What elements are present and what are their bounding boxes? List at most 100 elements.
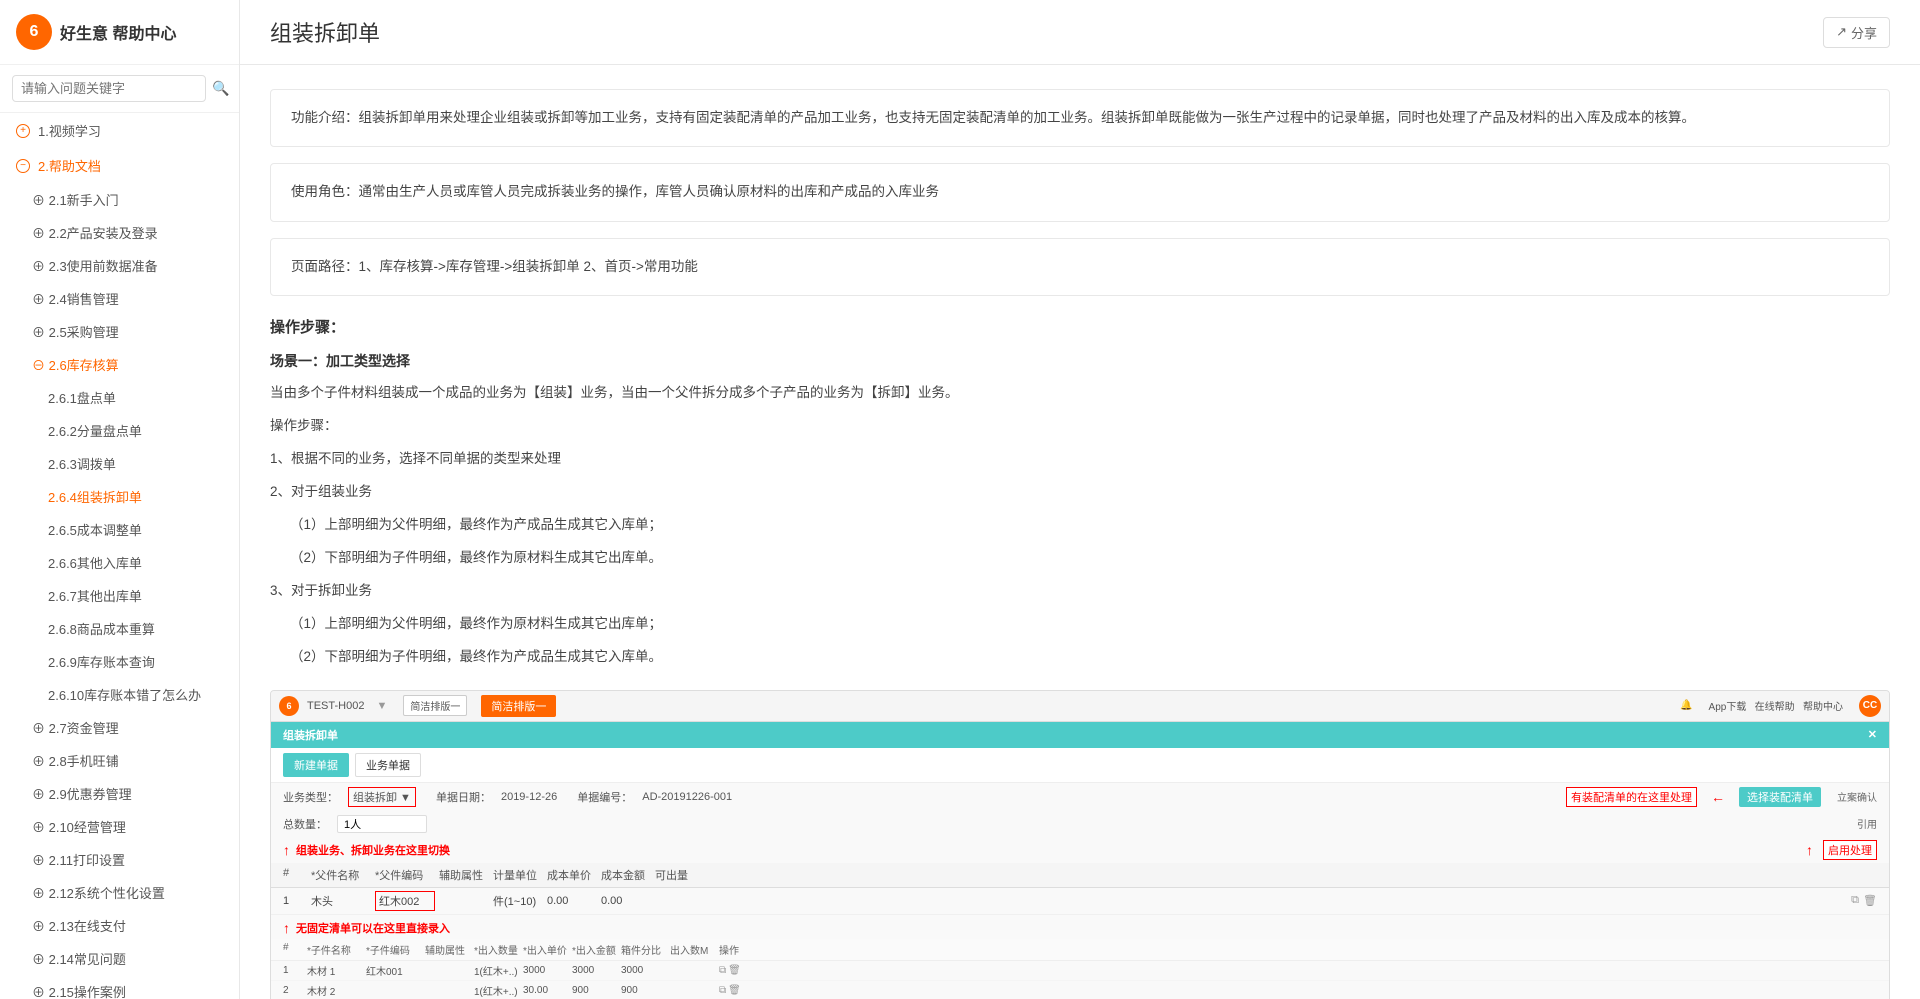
step2: 2、对于组装业务 bbox=[270, 478, 1890, 505]
sidebar-item-docs-265[interactable]: 2.6.5成本调整单 bbox=[0, 513, 239, 546]
upper-table-row-1[interactable]: 1 木头 红木002 件(1~10) 0.00 0.00 ⧉ 🗑 bbox=[271, 888, 1889, 915]
sidebar-item-docs-262[interactable]: 2.6.2分量盘点单 bbox=[0, 414, 239, 447]
row-delete-icon[interactable]: 🗑 bbox=[1863, 894, 1877, 907]
process-annotation: 启用处理 bbox=[1823, 840, 1877, 860]
tab-new-doc[interactable]: 新建单据 bbox=[283, 753, 349, 777]
modal-close[interactable]: ✕ bbox=[1868, 728, 1877, 741]
quantity-row: 总数量： 引用 bbox=[271, 811, 1889, 837]
quantity-label: 总数量： bbox=[283, 816, 327, 832]
sidebar-item-docs-212[interactable]: ⊕ 2.12系统个性化设置 bbox=[0, 876, 239, 909]
sidebar-item-docs-263[interactable]: 2.6.3调拨单 bbox=[0, 447, 239, 480]
company-name: TEST-H002 bbox=[307, 700, 364, 712]
intro-block: 功能介绍：组装拆卸单用来处理企业组装或拆卸等加工业务，支持有固定装配清单的产品加… bbox=[270, 89, 1890, 147]
upper-table-header: # *父件名称 *父件编码 辅助属性 计量单位 成本单价 成本金额 可出量 bbox=[271, 863, 1889, 888]
arrow-icon-4: ↑ bbox=[283, 920, 290, 936]
form-number-label: 单据编号： bbox=[577, 789, 632, 805]
sidebar-item-docs-268[interactable]: 2.6.8商品成本重算 bbox=[0, 612, 239, 645]
sidebar-item-docs-23[interactable]: ⊕ 2.3使用前数据准备 bbox=[0, 249, 239, 282]
topbar-orange-btn[interactable]: 简洁排版一 bbox=[481, 695, 556, 717]
lower-table-row-1[interactable]: 1 木材 1 红木001 1(红木+..) 3000 3000 3000 ⧉ 🗑 bbox=[271, 961, 1889, 981]
sidebar-item-docs-29[interactable]: ⊕ 2.9优惠券管理 bbox=[0, 777, 239, 810]
nav-prefix-videos: + bbox=[16, 124, 30, 138]
sidebar-item-docs-25[interactable]: ⊕ 2.5采购管理 bbox=[0, 315, 239, 348]
sidebar-header: 6 好生意 帮助中心 bbox=[0, 0, 239, 65]
modal-title: 组装拆卸单 bbox=[283, 727, 338, 743]
main-content: 组装拆卸单 ↗ 分享 功能介绍：组装拆卸单用来处理企业组装或拆卸等加工业务，支持… bbox=[240, 0, 1920, 999]
form-type-value[interactable]: 组装拆卸 ▼ bbox=[348, 787, 416, 807]
sidebar-item-docs-22[interactable]: ⊕ 2.2产品安装及登录 bbox=[0, 216, 239, 249]
path-text: 页面路径：1、库存核算->库存管理->组装拆卸单 2、首页->常用功能 bbox=[291, 259, 698, 274]
operations-title: 操作步骤： bbox=[270, 316, 1890, 337]
sidebar-item-docs-2610[interactable]: 2.6.10库存账本错了怎么办 bbox=[0, 678, 239, 711]
search-box[interactable]: 🔍 bbox=[0, 65, 239, 113]
arrow-icon-3: ↑ bbox=[1806, 842, 1813, 858]
lower-row1-copy[interactable]: ⧉ bbox=[719, 965, 726, 976]
screenshot-container: 6 TEST-H002 ▼ 简洁排版一 简洁排版一 🔔 App下载 在线帮助 帮… bbox=[270, 690, 1890, 999]
steps-title: 操作步骤： bbox=[270, 412, 1890, 439]
topbar-selected: 简洁排版一 bbox=[403, 695, 467, 716]
arrow-icon-2: ↑ bbox=[283, 842, 290, 858]
step1: 1、根据不同的业务，选择不同单据的类型来处理 bbox=[270, 445, 1890, 472]
lower-annotation: 无固定清单可以在这里直接录入 bbox=[296, 920, 450, 936]
app-user-avatar: CC bbox=[1859, 695, 1881, 717]
lower-row2-del[interactable]: 🗑 bbox=[728, 985, 741, 996]
lower-row2-copy[interactable]: ⧉ bbox=[719, 985, 726, 996]
step2-1: （1）上部明细为父件明细，最终作为产成品生成其它入库单； bbox=[270, 511, 1890, 538]
form-type-label: 业务类型： bbox=[283, 789, 338, 805]
search-input[interactable] bbox=[12, 75, 206, 102]
step3-1: （1）上部明细为父件明细，最终作为原材料生成其它出库单； bbox=[270, 610, 1890, 637]
sidebar-item-docs-210[interactable]: ⊕ 2.10经营管理 bbox=[0, 810, 239, 843]
logo-icon: 6 bbox=[16, 14, 52, 50]
confirm-btn[interactable]: 立案确认 bbox=[1837, 789, 1877, 804]
form-date-label: 单据日期： bbox=[436, 789, 491, 805]
step3-2: （2）下部明细为子件明细，最终作为产成品生成其它入库单。 bbox=[270, 643, 1890, 670]
sidebar-item-docs-28[interactable]: ⊕ 2.8手机旺铺 bbox=[0, 744, 239, 777]
sidebar-item-docs-26[interactable]: ⊖ 2.6库存核算 bbox=[0, 348, 239, 381]
annotation-top: 有装配清单的在这里处理 bbox=[1566, 787, 1697, 807]
main-header: 组装拆卸单 ↗ 分享 bbox=[240, 0, 1920, 65]
upper-row-code[interactable]: 红木002 bbox=[375, 891, 435, 911]
role-block: 使用角色：通常由生产人员或库管人员完成拆装业务的操作，库管人员确认原材料的出库和… bbox=[270, 163, 1890, 221]
ref-btn: 引用 bbox=[1857, 816, 1877, 831]
quantity-input[interactable] bbox=[337, 815, 427, 833]
sidebar-item-docs-269[interactable]: 2.6.9库存账本查询 bbox=[0, 645, 239, 678]
sidebar-item-docs-27[interactable]: ⊕ 2.7资金管理 bbox=[0, 711, 239, 744]
app-modal-bar: 组装拆卸单 ✕ bbox=[271, 722, 1889, 748]
share-button[interactable]: ↗ 分享 bbox=[1823, 17, 1890, 48]
sidebar-item-docs[interactable]: −2.帮助文档 bbox=[0, 148, 239, 183]
form-number-value: AD-20191226-001 bbox=[642, 791, 732, 803]
sidebar-item-docs-24[interactable]: ⊕ 2.4销售管理 bbox=[0, 282, 239, 315]
sidebar-item-docs-21[interactable]: ⊕ 2.1新手入门 bbox=[0, 183, 239, 216]
lower-table-header: # *子件名称 *子件编码 辅助属性 *出入数量 *出入单价 *出入金额 箱件分… bbox=[271, 939, 1889, 961]
sidebar-item-docs-214[interactable]: ⊕ 2.14常见问题 bbox=[0, 942, 239, 975]
sidebar-item-docs-266[interactable]: 2.6.6其他入库单 bbox=[0, 546, 239, 579]
upper-annotation-row: ↑ 组装业务、拆卸业务在这里切换 ↑ 启用处理 bbox=[271, 837, 1889, 863]
sidebar-item-docs-267[interactable]: 2.6.7其他出库单 bbox=[0, 579, 239, 612]
form-row: 业务类型： 组装拆卸 ▼ 单据日期： 2019-12-26 单据编号： AD-2… bbox=[271, 783, 1889, 811]
step2-2: （2）下部明细为子件明细，最终作为原材料生成其它出库单。 bbox=[270, 544, 1890, 571]
app-toolbar[interactable]: 新建单据 业务单据 bbox=[271, 748, 1889, 783]
sidebar-item-docs-215[interactable]: ⊕ 2.15操作案例 bbox=[0, 975, 239, 999]
sidebar-item-docs-211[interactable]: ⊕ 2.11打印设置 bbox=[0, 843, 239, 876]
select-list-btn[interactable]: 选择装配清单 bbox=[1739, 787, 1821, 807]
topbar-bell: 🔔 bbox=[1680, 700, 1692, 711]
lower-table-row-2[interactable]: 2 木材 2 1(红木+..) 30.00 900 900 ⧉ 🗑 bbox=[271, 981, 1889, 999]
row-copy-icon[interactable]: ⧉ bbox=[1851, 894, 1859, 907]
sidebar-item-docs-213[interactable]: ⊕ 2.13在线支付 bbox=[0, 909, 239, 942]
form-date-value: 2019-12-26 bbox=[501, 791, 557, 803]
upper-annotation: 组装业务、拆卸业务在这里切换 bbox=[296, 842, 450, 858]
path-block: 页面路径：1、库存核算->库存管理->组装拆卸单 2、首页->常用功能 bbox=[270, 238, 1890, 296]
topbar-nav: App下载 在线帮助 帮助中心 bbox=[1709, 698, 1843, 713]
sidebar-item-docs-261[interactable]: 2.6.1盘点单 bbox=[0, 381, 239, 414]
search-icon[interactable]: 🔍 bbox=[212, 80, 229, 97]
lower-row1-del[interactable]: 🗑 bbox=[728, 965, 741, 976]
share-label: 分享 bbox=[1851, 23, 1877, 42]
sidebar-item-videos[interactable]: +1.视频学习 bbox=[0, 113, 239, 148]
nav-prefix-docs: − bbox=[16, 159, 30, 173]
app-screenshot: 6 TEST-H002 ▼ 简洁排版一 简洁排版一 🔔 App下载 在线帮助 帮… bbox=[271, 691, 1889, 999]
intro-text: 功能介绍：组装拆卸单用来处理企业组装或拆卸等加工业务，支持有固定装配清单的产品加… bbox=[291, 110, 1695, 125]
role-text: 使用角色：通常由生产人员或库管人员完成拆装业务的操作，库管人员确认原材料的出库和… bbox=[291, 184, 939, 199]
tab-doc-list[interactable]: 业务单据 bbox=[355, 753, 421, 777]
scene1-desc: 当由多个子件材料组装成一个成品的业务为【组装】业务，当由一个父件拆分成多个子产品… bbox=[270, 379, 1890, 406]
sidebar-item-docs-264[interactable]: 2.6.4组装拆卸单 bbox=[0, 480, 239, 513]
